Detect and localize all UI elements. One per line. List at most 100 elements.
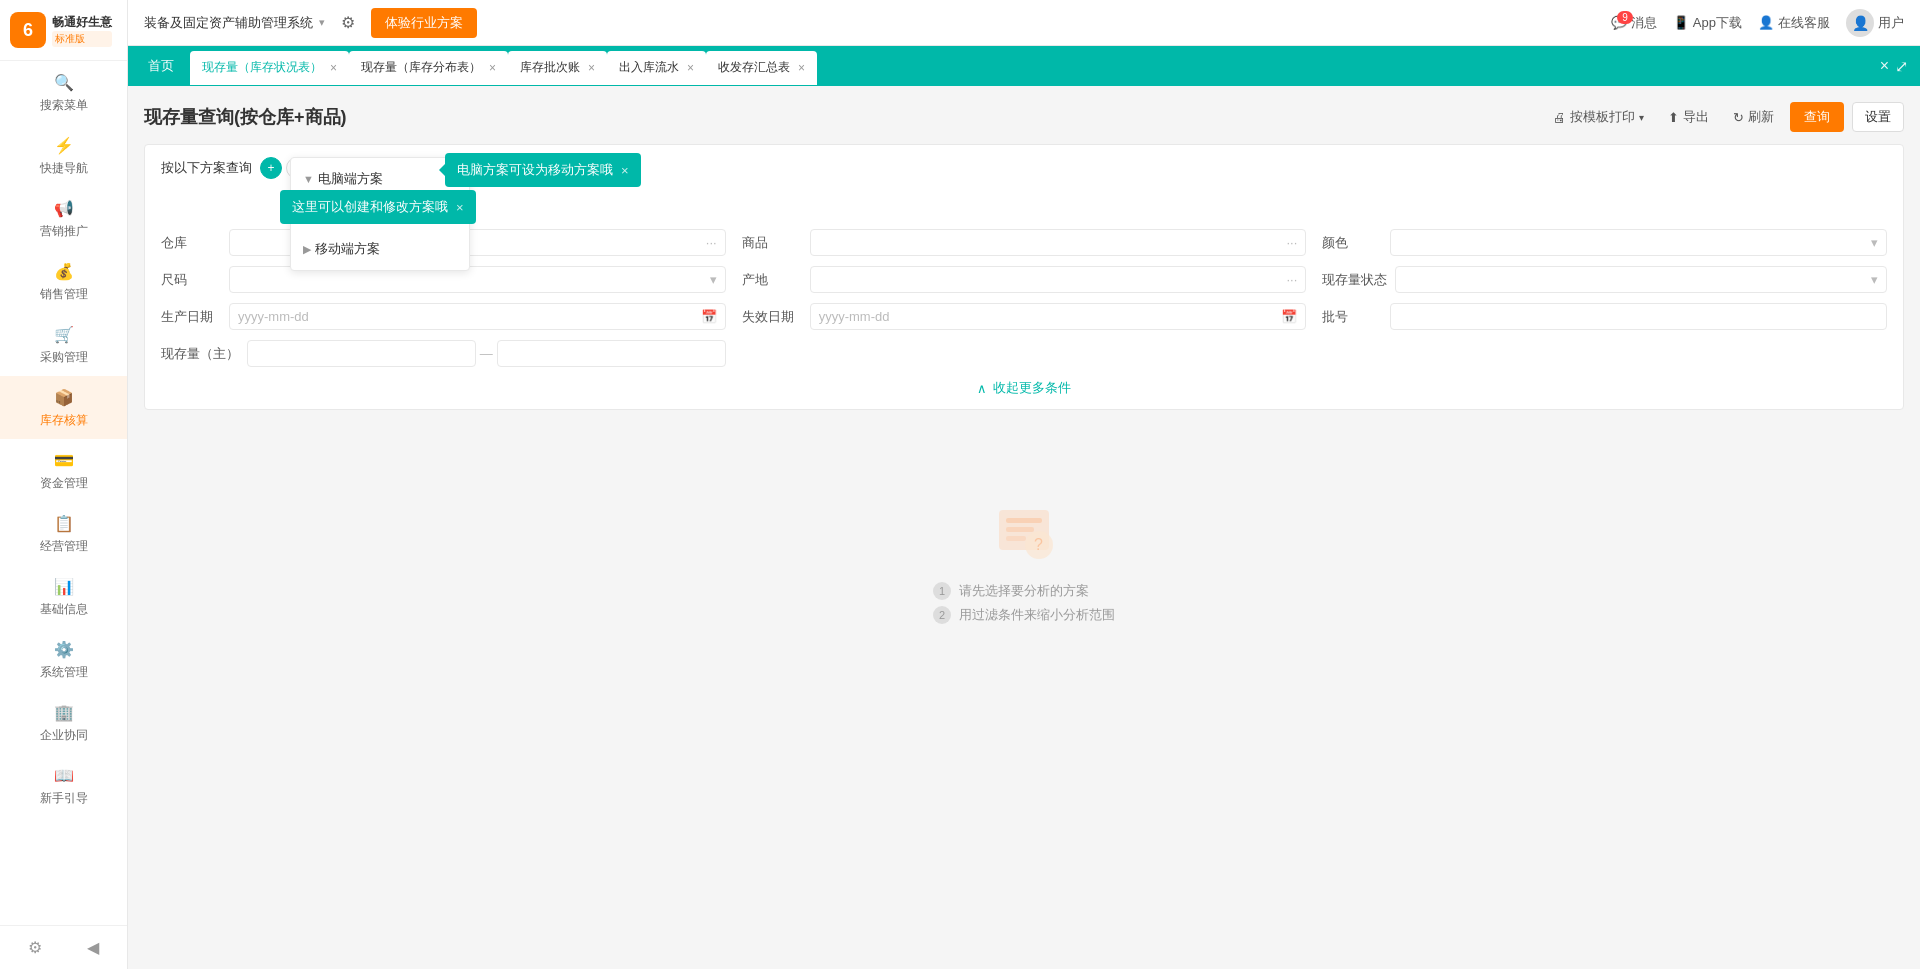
sidebar-label-basic: 基础信息: [40, 601, 88, 618]
filter-batch-no-label: 批号: [1322, 308, 1382, 326]
calendar-produce-icon: 📅: [701, 309, 717, 324]
tooltip-pc-close[interactable]: ×: [621, 163, 629, 178]
tab-bar: 首页 现存量（库存状况表） × 现存量（库存分布表） × 库存批次账 × 出入库…: [128, 46, 1920, 86]
settings-icon[interactable]: ⚙: [341, 13, 355, 32]
tooltip-pc: 电脑方案可设为移动方案哦 ×: [445, 153, 641, 187]
tooltip-create-close[interactable]: ×: [456, 200, 464, 215]
tab-in-out-flow[interactable]: 出入库流水 ×: [607, 51, 706, 85]
filter-origin-label: 产地: [742, 271, 802, 289]
export-btn[interactable]: ⬆ 导出: [1660, 104, 1717, 130]
print-icon: 🖨: [1553, 110, 1566, 125]
tab-batch-ledger[interactable]: 库存批次账 ×: [508, 51, 607, 85]
collapse-bar[interactable]: ∧ 收起更多条件: [161, 379, 1887, 397]
tab-inventory-status-close[interactable]: ×: [330, 61, 337, 75]
purchase-icon: 🛒: [53, 323, 75, 345]
sidebar-item-sales[interactable]: 💰 销售管理: [0, 250, 127, 313]
sidebar-item-basic[interactable]: 📊 基础信息: [0, 565, 127, 628]
scheme-mobile-arrow: ▶: [303, 243, 311, 256]
chevron-size-icon: ▾: [710, 272, 717, 287]
refresh-btn[interactable]: ↻ 刷新: [1725, 104, 1782, 130]
tab-in-out-flow-close[interactable]: ×: [687, 61, 694, 75]
sidebar-label-inventory: 库存核算: [40, 412, 88, 429]
tab-inventory-status[interactable]: 现存量（库存状况表） ×: [190, 51, 349, 85]
sidebar-item-quicknav[interactable]: ⚡ 快捷导航: [0, 124, 127, 187]
svg-rect-2: [1006, 527, 1034, 532]
tab-collect-summary-close[interactable]: ×: [798, 61, 805, 75]
tab-home[interactable]: 首页: [132, 46, 190, 86]
page-title-row: 现存量查询(按仓库+商品) 🖨 按模板打印 ▾ ⬆ 导出 ↻ 刷新 查询 设置: [144, 102, 1904, 132]
sidebar-item-guide[interactable]: 📖 新手引导: [0, 754, 127, 817]
tooltip-pc-text: 电脑方案可设为移动方案哦: [457, 161, 613, 179]
filter-stock-main-max[interactable]: [497, 340, 726, 367]
tab-inventory-dist-close[interactable]: ×: [489, 61, 496, 75]
calendar-expire-icon: 📅: [1281, 309, 1297, 324]
filter-batch-no-input[interactable]: [1390, 303, 1887, 330]
filter-produce-date-input[interactable]: yyyy-mm-dd 📅: [229, 303, 726, 330]
filter-stock-state-row: 现存量状态 ▾: [1322, 266, 1887, 293]
filter-goods-select[interactable]: ···: [810, 229, 1307, 256]
sidebar-item-search[interactable]: 🔍 搜索菜单: [0, 61, 127, 124]
export-icon: ⬆: [1668, 110, 1679, 125]
filter-size-label: 尺码: [161, 271, 221, 289]
maximize-btn[interactable]: ⤢: [1895, 57, 1908, 76]
filter-stock-state-select[interactable]: ▾: [1395, 266, 1887, 293]
filter-expire-date-label: 失效日期: [742, 308, 802, 326]
add-scheme-btn[interactable]: +: [260, 157, 282, 179]
app-download-label: App下载: [1693, 14, 1742, 32]
message-label: 消息: [1631, 14, 1657, 32]
sidebar-item-enterprise[interactable]: 🏢 企业协同: [0, 691, 127, 754]
sidebar-item-finance[interactable]: 💳 资金管理: [0, 439, 127, 502]
message-badge-wrap: 💬 9: [1611, 15, 1627, 30]
query-btn[interactable]: 查询: [1790, 102, 1844, 132]
filter-label: 按以下方案查询: [161, 159, 252, 177]
sales-icon: 💰: [53, 260, 75, 282]
finance-icon: 💳: [53, 449, 75, 471]
tab-collect-summary[interactable]: 收发存汇总表 ×: [706, 51, 817, 85]
filter-expire-date-input[interactable]: yyyy-mm-dd 📅: [810, 303, 1307, 330]
sidebar-label-management: 经营管理: [40, 538, 88, 555]
collapse-sidebar-icon[interactable]: ◀: [83, 934, 103, 961]
page-actions: 🖨 按模板打印 ▾ ⬆ 导出 ↻ 刷新 查询 设置: [1545, 102, 1904, 132]
refresh-label: 刷新: [1748, 108, 1774, 126]
filter-header: 按以下方案查询 + ✎ ← ▼ 电脑: [161, 157, 1887, 179]
tab-batch-ledger-close[interactable]: ×: [588, 61, 595, 75]
chevron-state-icon: ▾: [1871, 272, 1878, 287]
basic-icon: 📊: [53, 575, 75, 597]
filter-origin-select[interactable]: ···: [810, 266, 1307, 293]
app-download-action[interactable]: 📱 App下载: [1673, 14, 1742, 32]
online-service-action[interactable]: 👤 在线客服: [1758, 14, 1830, 32]
sidebar-item-management[interactable]: 📋 经营管理: [0, 502, 127, 565]
sidebar-label-finance: 资金管理: [40, 475, 88, 492]
scheme-mobile-section: ▶ 移动端方案: [291, 228, 469, 270]
settings-filter-btn[interactable]: 设置: [1852, 102, 1904, 132]
filter-stock-main-min[interactable]: [247, 340, 476, 367]
experience-btn[interactable]: 体验行业方案: [371, 8, 477, 38]
system-title: 装备及固定资产辅助管理系统 ▾: [144, 14, 325, 32]
system-title-dropdown[interactable]: ▾: [319, 16, 325, 29]
close-all-tabs-btn[interactable]: ×: [1880, 57, 1889, 75]
online-service-label: 在线客服: [1778, 14, 1830, 32]
print-dropdown-icon: ▾: [1639, 112, 1644, 123]
settings-bottom-icon[interactable]: ⚙: [24, 934, 46, 961]
sidebar-label-search: 搜索菜单: [40, 97, 88, 114]
sidebar-item-marketing[interactable]: 📢 营销推广: [0, 187, 127, 250]
scheme-mobile-toggle[interactable]: ▶ 移动端方案: [291, 236, 469, 262]
tooltip-create: 这里可以创建和修改方案哦 ×: [280, 190, 476, 224]
filter-warehouse-label: 仓库: [161, 234, 221, 252]
ellipsis-origin-icon: ···: [1286, 272, 1297, 287]
user-action[interactable]: 👤 用户: [1846, 9, 1904, 37]
tab-inventory-dist[interactable]: 现存量（库存分布表） ×: [349, 51, 508, 85]
tab-actions: × ⤢: [1880, 57, 1916, 76]
scheme-mobile-label: 移动端方案: [315, 240, 380, 258]
sidebar-item-system[interactable]: ⚙️ 系统管理: [0, 628, 127, 691]
print-btn[interactable]: 🖨 按模板打印 ▾: [1545, 104, 1652, 130]
tab-batch-ledger-label: 库存批次账: [520, 59, 580, 76]
inventory-icon: 📦: [53, 386, 75, 408]
logo-char: 6: [23, 20, 33, 41]
sidebar-item-purchase[interactable]: 🛒 采购管理: [0, 313, 127, 376]
sidebar-item-inventory[interactable]: 📦 库存核算: [0, 376, 127, 439]
message-action[interactable]: 💬 9 消息: [1611, 14, 1657, 32]
produce-date-value: yyyy-mm-dd: [238, 309, 309, 324]
filter-color-select[interactable]: ▾: [1390, 229, 1887, 256]
message-count: 9: [1617, 11, 1633, 24]
